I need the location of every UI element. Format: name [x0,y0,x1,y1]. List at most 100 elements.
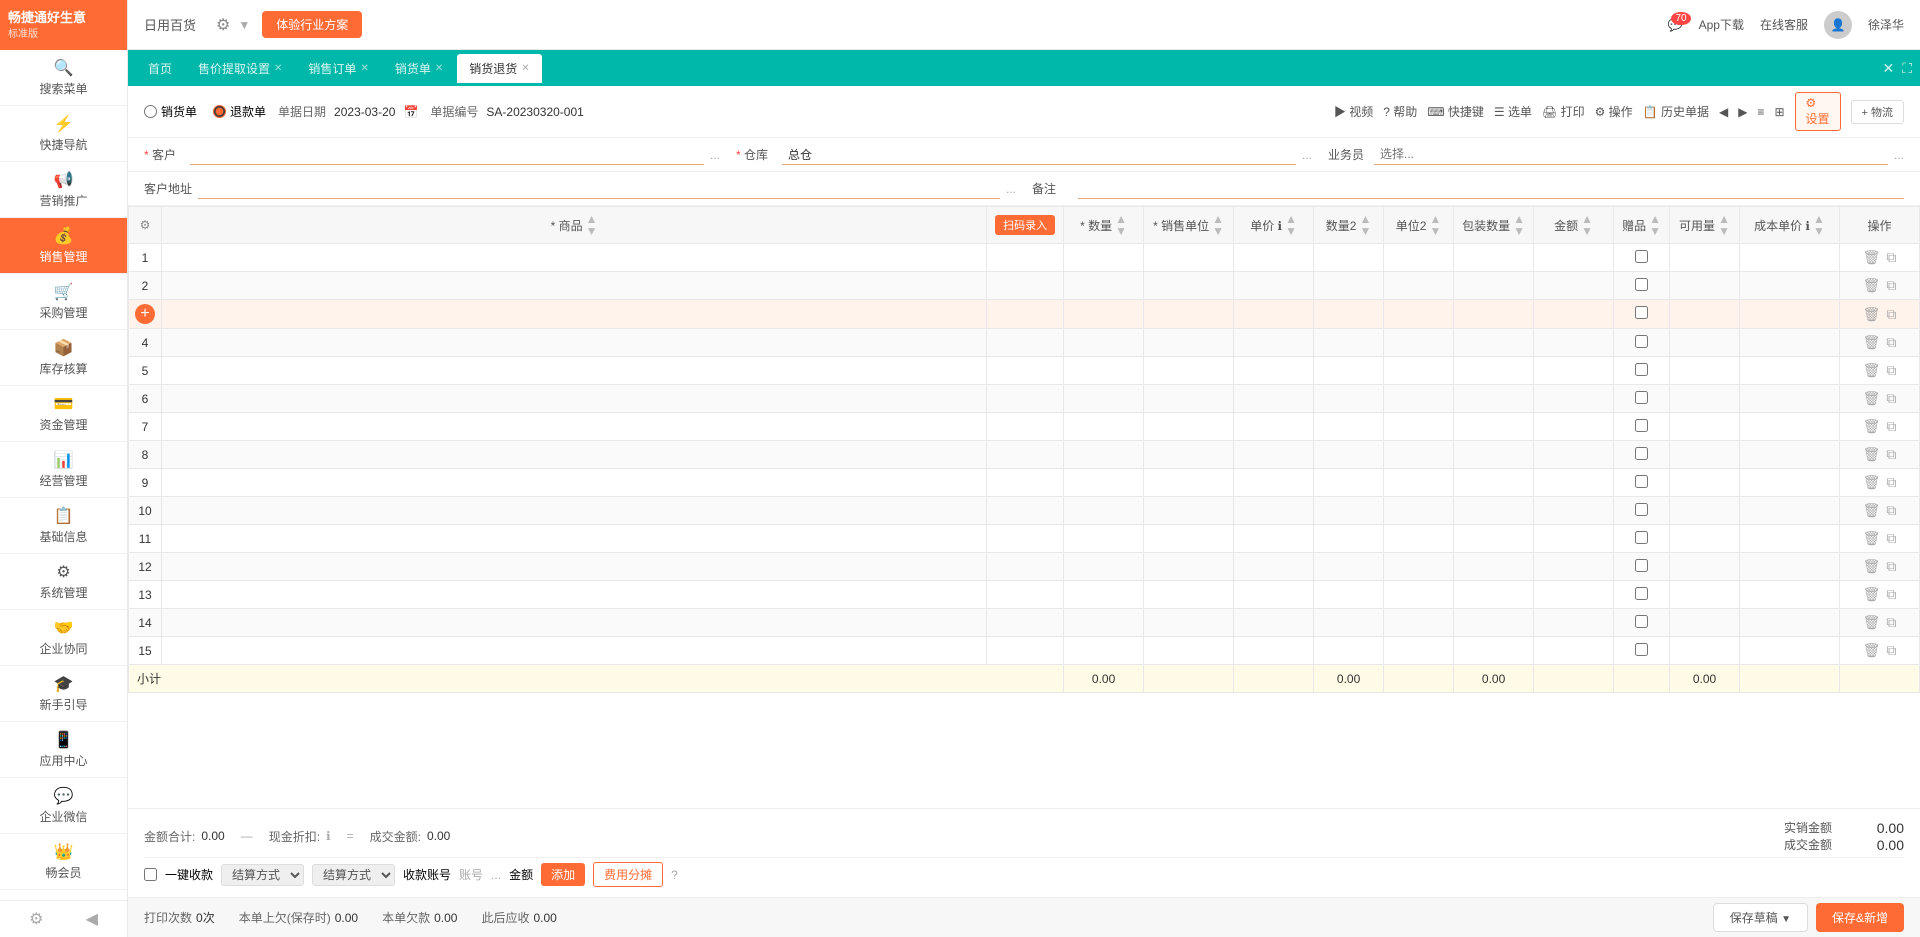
amount-cell[interactable] [1534,272,1614,300]
address-input[interactable] [198,178,1000,199]
qty2-input[interactable] [1320,279,1377,293]
radio-sales-delivery[interactable]: 销货单 [144,103,197,120]
amount-sort[interactable]: ▲▼ [1581,213,1593,237]
copy-row-icon[interactable]: ⧉ [1886,334,1896,351]
chevron-down-icon[interactable]: ▼ [238,18,250,32]
sidebar-item-purchase[interactable]: 🛒 采购管理 [0,274,127,330]
toolbar-select[interactable]: ☰ 选单 [1494,103,1532,120]
unit-cell[interactable] [1144,300,1234,329]
tab-sales-delivery[interactable]: 销货单 ✕ [383,54,455,83]
price-input[interactable] [1240,279,1307,293]
customer-dots[interactable]: ... [710,148,720,162]
toolbar-history[interactable]: 📋 历史单据 [1643,103,1709,120]
warehouse-dots[interactable]: ... [1302,148,1312,162]
scan-input-btn[interactable]: 扫码录入 [995,215,1055,235]
copy-row-icon[interactable]: ⧉ [1886,530,1896,547]
tab-close-price-settings[interactable]: ✕ [274,63,282,74]
sidebar-item-search[interactable]: 🔍 搜索菜单 [0,50,127,106]
delete-row-icon[interactable]: 🗑 [1863,334,1881,351]
sidebar-item-enterprise-wechat[interactable]: 💬 企业微信 [0,778,127,834]
pkg-cell[interactable] [1454,272,1534,300]
unit2-cell[interactable] [1384,272,1454,300]
add-payment-btn[interactable]: 添加 [541,863,585,886]
delete-row-icon[interactable]: 🗑 [1863,306,1881,323]
tab-close-sales-delivery[interactable]: ✕ [435,63,443,74]
save-new-btn[interactable]: 保存&新增 [1816,903,1904,932]
copy-row-icon[interactable]: ⧉ [1886,249,1896,266]
experience-btn[interactable]: 体验行业方案 [262,11,362,38]
pkg-sort[interactable]: ▲▼ [1513,213,1525,237]
unit2-input[interactable] [1390,251,1447,265]
payment-method-select[interactable]: 结算方式 [221,864,304,886]
unit-input[interactable] [1150,279,1227,293]
amount-cell[interactable] [1534,244,1614,272]
sidebar-item-finance[interactable]: 💳 资金管理 [0,386,127,442]
online-service-link[interactable]: 在线客服 [1760,16,1808,33]
remarks-input[interactable] [1078,178,1904,199]
price-sort[interactable]: ▲▼ [1285,213,1297,237]
product-input[interactable] [168,279,980,293]
one-click-collect-checkbox[interactable] [144,868,157,881]
delete-row-icon[interactable]: 🗑 [1863,642,1881,659]
discount-info-icon[interactable]: ℹ [326,829,331,843]
gift-checkbox[interactable] [1620,278,1663,291]
amount-cell[interactable] [1534,300,1614,329]
quantity-sort[interactable]: ▲▼ [1115,213,1127,237]
account-dots[interactable]: ... [491,868,501,882]
unit-sort[interactable]: ▲▼ [1212,213,1224,237]
sidebar-item-basic-info[interactable]: 📋 基础信息 [0,498,127,554]
gift-checkbox[interactable] [1620,531,1663,544]
quantity-input[interactable] [1070,251,1137,265]
toolbar-help[interactable]: ? 帮助 [1383,103,1417,120]
delete-row-icon[interactable]: 🗑 [1863,586,1881,603]
tab-home[interactable]: 首页 [136,54,184,83]
pkg-input[interactable] [1460,279,1527,293]
gift-checkbox[interactable] [1620,559,1663,572]
fee-split-btn[interactable]: 费用分摊 [593,862,663,887]
tab-close-sales-return[interactable]: ✕ [521,63,529,74]
user-name[interactable]: 徐泽华 [1868,16,1904,33]
sidebar-settings-icon[interactable]: ⚙ [29,909,43,929]
pkg-cell[interactable] [1454,300,1534,329]
delete-row-icon[interactable]: 🗑 [1863,277,1881,294]
gift-checkbox[interactable] [1620,503,1663,516]
delete-row-icon[interactable]: 🗑 [1863,362,1881,379]
gift-checkbox[interactable] [1620,475,1663,488]
amount-input[interactable] [1540,279,1607,293]
delete-row-icon[interactable]: 🗑 [1863,558,1881,575]
gift-checkbox[interactable] [1620,363,1663,376]
qty2-cell[interactable] [1314,300,1384,329]
add-row-btn[interactable]: + [135,304,155,324]
salesperson-input[interactable] [1374,144,1888,165]
unit2-sort[interactable]: ▲▼ [1429,213,1441,237]
sidebar-item-system[interactable]: ⚙ 系统管理 [0,554,127,610]
copy-row-icon[interactable]: ⧉ [1886,586,1896,603]
quantity-cell[interactable] [1064,300,1144,329]
delete-row-icon[interactable]: 🗑 [1863,502,1881,519]
salesperson-dots[interactable]: ... [1894,148,1904,162]
fee-info-icon[interactable]: ? [671,868,678,882]
product-sort[interactable]: ▲▼ [586,213,598,237]
copy-row-icon[interactable]: ⧉ [1886,558,1896,575]
gift-sort[interactable]: ▲▼ [1649,213,1661,237]
toolbar-print[interactable]: 🖨 打印 [1542,103,1585,120]
sidebar-item-inventory[interactable]: 📦 库存核算 [0,330,127,386]
calendar-icon[interactable]: 📅 [403,105,418,119]
copy-row-icon[interactable]: ⧉ [1886,446,1896,463]
radio-sales-return[interactable]: 退款单 [213,103,266,120]
product-input-active[interactable] [168,307,980,321]
gift-cell[interactable] [1614,272,1670,300]
price-cell[interactable] [1234,272,1314,300]
sidebar-item-sales[interactable]: 💰 销售管理 [0,218,127,274]
copy-row-icon[interactable]: ⧉ [1886,474,1896,491]
sidebar-item-vip[interactable]: 👑 畅会员 [0,834,127,890]
delete-row-icon[interactable]: 🗑 [1863,474,1881,491]
sidebar-item-operations[interactable]: 📊 经营管理 [0,442,127,498]
calc-method-select[interactable]: 结算方式 [312,864,395,886]
unit-input[interactable] [1150,251,1227,265]
copy-row-icon[interactable]: ⧉ [1886,418,1896,435]
qty2-input[interactable] [1320,251,1377,265]
sidebar-item-quick-nav[interactable]: ⚡ 快捷导航 [0,106,127,162]
gift-checkbox[interactable] [1620,447,1663,460]
warehouse-input[interactable] [782,144,1296,165]
